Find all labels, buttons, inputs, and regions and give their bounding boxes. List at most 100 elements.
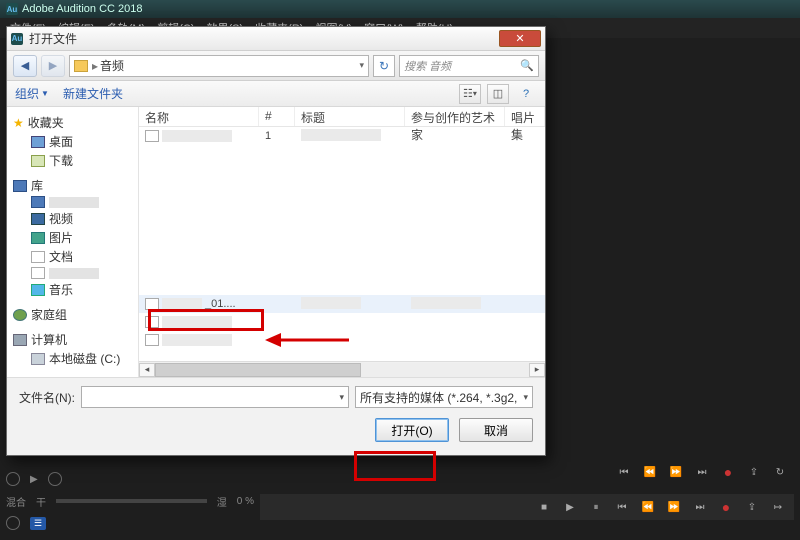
library-icon bbox=[13, 180, 27, 192]
app-titlebar: Au Adobe Audition CC 2018 bbox=[0, 0, 800, 18]
col-number[interactable]: # bbox=[259, 107, 295, 126]
file-row-selected[interactable]: _01.... bbox=[139, 295, 545, 313]
homegroup-icon bbox=[13, 309, 27, 321]
video-icon bbox=[31, 213, 45, 225]
wet-label: 湿 bbox=[217, 494, 227, 509]
next-marker-icon[interactable]: ⏭ bbox=[696, 466, 708, 478]
chevron-down-icon[interactable]: ▾ bbox=[339, 392, 344, 403]
stop-icon[interactable]: ■ bbox=[538, 501, 550, 513]
skip-icon[interactable]: ↦ bbox=[772, 501, 784, 513]
scroll-thumb[interactable] bbox=[155, 363, 361, 377]
column-headers[interactable]: 名称 # 标题 参与创作的艺术家 唱片集 bbox=[139, 107, 545, 127]
power2-icon[interactable] bbox=[6, 516, 20, 530]
downloads-icon bbox=[31, 155, 45, 167]
preview-pane-button[interactable]: ◫ bbox=[487, 84, 509, 104]
loop-icon[interactable] bbox=[48, 472, 62, 486]
nav-downloads[interactable]: 下载 bbox=[13, 151, 138, 170]
redacted-text bbox=[49, 268, 99, 279]
nav-music[interactable]: 音乐 bbox=[13, 280, 138, 299]
dry-label: 干 bbox=[36, 494, 46, 509]
file-filter-select[interactable]: 所有支持的媒体 (*.264, *.3g2,▾ bbox=[355, 386, 533, 408]
file-icon bbox=[145, 334, 159, 346]
prev-marker-icon[interactable]: ⏮ bbox=[618, 466, 630, 478]
search-input[interactable]: 搜索 音频 🔍 bbox=[399, 55, 539, 77]
record2-icon[interactable]: ● bbox=[720, 501, 732, 513]
address-dropdown-icon[interactable]: ▾ bbox=[359, 60, 364, 71]
nav-lib-hidden[interactable] bbox=[13, 195, 138, 209]
horizontal-scrollbar[interactable]: ◂ ▸ bbox=[139, 361, 545, 377]
documents-icon bbox=[31, 267, 45, 279]
music-icon bbox=[31, 284, 45, 296]
nav-forward-button[interactable]: ▶ bbox=[41, 55, 65, 77]
file-row[interactable]: 1 bbox=[139, 127, 545, 145]
mix-slider[interactable] bbox=[56, 499, 207, 503]
library-icon bbox=[31, 196, 45, 208]
preview-play-icon[interactable]: ▶ bbox=[30, 474, 38, 485]
nav-favorites[interactable]: ★收藏夹 bbox=[13, 113, 138, 132]
cancel-button[interactable]: 取消 bbox=[459, 418, 533, 442]
prev2-icon[interactable]: ⏮ bbox=[616, 501, 628, 513]
nav-desktop[interactable]: 桌面 bbox=[13, 132, 138, 151]
nav-pictures[interactable]: 图片 bbox=[13, 228, 138, 247]
next2-icon[interactable]: ⏭ bbox=[694, 501, 706, 513]
dialog-close-button[interactable]: ✕ bbox=[499, 30, 541, 47]
export2-icon[interactable]: ⇪ bbox=[746, 501, 758, 513]
col-title[interactable]: 标题 bbox=[295, 107, 405, 126]
open-button[interactable]: 打开(O) bbox=[375, 418, 449, 442]
search-placeholder: 搜索 音频 bbox=[404, 58, 451, 74]
col-artist[interactable]: 参与创作的艺术家 bbox=[405, 107, 505, 126]
play-icon[interactable]: ▶ bbox=[564, 501, 576, 513]
address-box[interactable]: ▸ 音频 ▾ bbox=[69, 55, 369, 77]
loop2-icon[interactable]: ↻ bbox=[774, 466, 786, 478]
dialog-bottom: 文件名(N): ▾ 所有支持的媒体 (*.264, *.3g2,▾ 打开(O) … bbox=[7, 377, 545, 455]
nav-videos[interactable]: 视频 bbox=[13, 209, 138, 228]
organize-menu[interactable]: 组织▼ bbox=[15, 85, 49, 102]
nav-documents[interactable]: 文档 bbox=[13, 247, 138, 266]
col-name[interactable]: 名称 bbox=[139, 107, 259, 126]
app-title: Adobe Audition CC 2018 bbox=[22, 3, 142, 15]
record-icon[interactable]: ● bbox=[722, 466, 734, 478]
breadcrumb-sep-icon: ▸ bbox=[92, 59, 98, 73]
view-mode-button[interactable]: ☷▾ bbox=[459, 84, 481, 104]
filename-input[interactable]: ▾ bbox=[81, 386, 349, 408]
scroll-right-icon[interactable]: ▸ bbox=[529, 363, 545, 377]
app-logo: Au bbox=[6, 3, 18, 15]
file-list-pane: 名称 # 标题 参与创作的艺术家 唱片集 1 _01.... bbox=[139, 107, 545, 377]
dialog-address-bar: ◀ ▶ ▸ 音频 ▾ ↻ 搜索 音频 🔍 bbox=[7, 51, 545, 81]
list-view-icon[interactable]: ☰ bbox=[30, 517, 46, 530]
nav-back-button[interactable]: ◀ bbox=[13, 55, 37, 77]
breadcrumb-current[interactable]: 音频 bbox=[100, 57, 124, 74]
pause-icon[interactable]: ⏸ bbox=[590, 501, 602, 513]
rewind-icon[interactable]: ⏪ bbox=[644, 466, 656, 478]
nav-drive-c[interactable]: 本地磁盘 (C:) bbox=[13, 349, 138, 368]
computer-icon bbox=[13, 334, 27, 346]
rw2-icon[interactable]: ⏪ bbox=[642, 501, 654, 513]
newfolder-button[interactable]: 新建文件夹 bbox=[63, 85, 123, 102]
file-row[interactable] bbox=[139, 313, 545, 331]
col-album[interactable]: 唱片集 bbox=[505, 107, 545, 126]
nav-pane: ★收藏夹 桌面 下载 库 视频 图片 文档 音乐 家庭组 计算机 本地磁盘 (C… bbox=[7, 107, 139, 377]
nav-libraries[interactable]: 库 bbox=[13, 176, 138, 195]
file-row[interactable] bbox=[139, 331, 545, 349]
open-file-dialog: Au 打开文件 ✕ ◀ ▶ ▸ 音频 ▾ ↻ 搜索 音频 🔍 组织▼ 新建文件夹… bbox=[6, 26, 546, 456]
pictures-icon bbox=[31, 232, 45, 244]
nav-computer[interactable]: 计算机 bbox=[13, 330, 138, 349]
search-icon: 🔍 bbox=[520, 59, 534, 72]
drive-icon bbox=[31, 353, 45, 365]
ff2-icon[interactable]: ⏩ bbox=[668, 501, 680, 513]
dialog-titlebar[interactable]: Au 打开文件 ✕ bbox=[7, 27, 545, 51]
power-icon[interactable] bbox=[6, 472, 20, 486]
help-icon[interactable]: ? bbox=[515, 84, 537, 104]
nav-homegroup[interactable]: 家庭组 bbox=[13, 305, 138, 324]
fastfwd-icon[interactable]: ⏩ bbox=[670, 466, 682, 478]
file-icon bbox=[145, 130, 159, 142]
nav-lib-hidden2[interactable] bbox=[13, 266, 138, 280]
export-icon[interactable]: ⇪ bbox=[748, 466, 760, 478]
file-list: 1 _01.... bbox=[139, 127, 545, 361]
refresh-button[interactable]: ↻ bbox=[373, 55, 395, 77]
transport-top: ⏮ ⏪ ⏩ ⏭ ● ⇪ ↻ bbox=[618, 466, 786, 478]
scroll-left-icon[interactable]: ◂ bbox=[139, 363, 155, 377]
chevron-down-icon[interactable]: ▾ bbox=[523, 392, 528, 403]
mix-value: 0 % bbox=[237, 496, 254, 507]
file-icon bbox=[145, 316, 159, 328]
